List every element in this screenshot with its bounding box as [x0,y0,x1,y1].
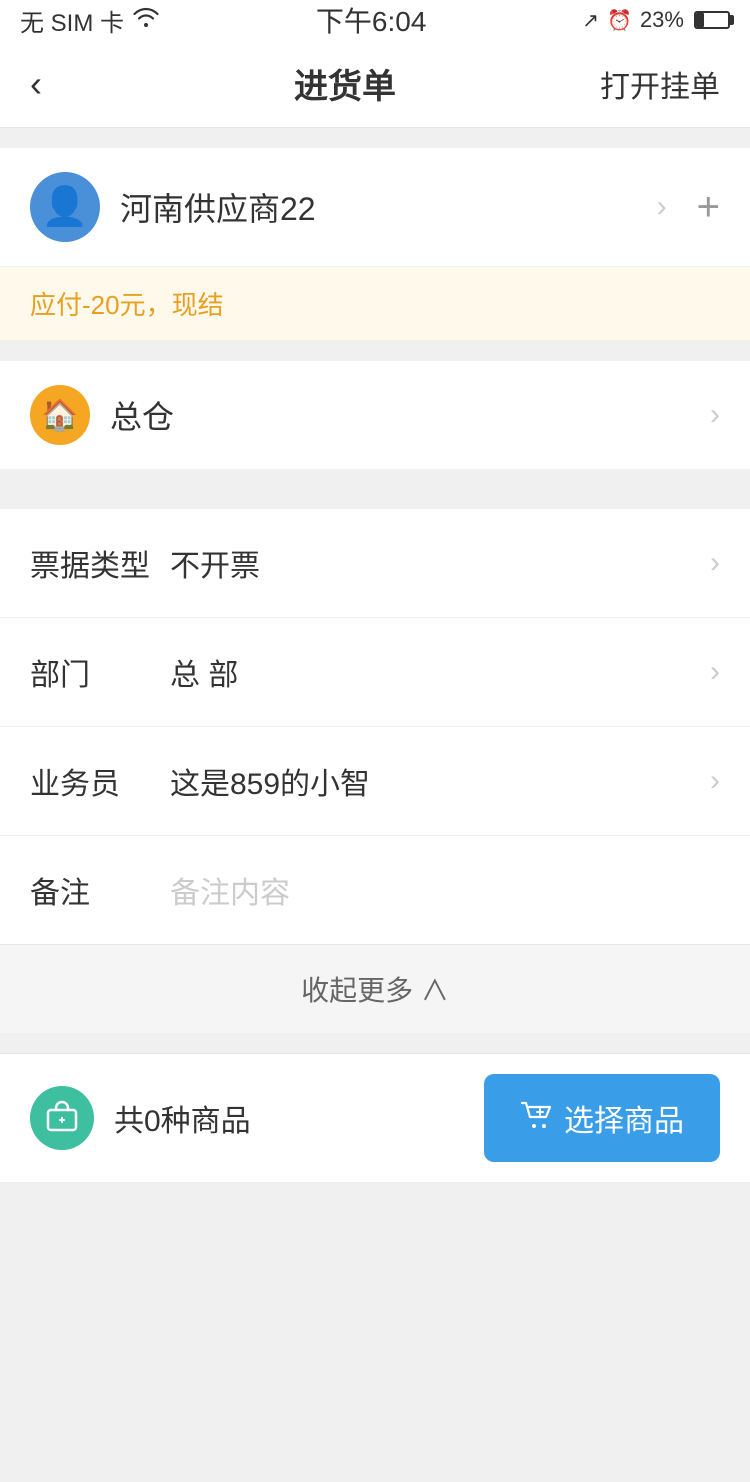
collapse-label: 收起更多 ∧ [301,975,449,1006]
page-title: 进货单 [294,59,396,108]
select-product-button[interactable]: 选择商品 [484,1074,720,1162]
supplier-name: 河南供应商22 [120,184,657,230]
status-bar: 无 SIM 卡 下午6:04 ↗ ⏰ 23% [0,0,750,40]
department-row[interactable]: 部门 总 部 › [0,618,750,727]
product-icon [30,1086,94,1150]
location-icon: ↗ [582,8,599,33]
alarm-icon: ⏰ [607,8,632,33]
invoice-type-row[interactable]: 票据类型 不开票 › [0,509,750,618]
warehouse-row[interactable]: 🏠 总仓 › [0,360,750,469]
bottom-bar: 共0种商品 选择商品 [0,1053,750,1182]
battery-label: 23% [640,7,684,33]
warehouse-icon: 🏠 [30,385,90,445]
battery-icon [694,11,730,29]
carrier-label: 无 SIM 卡 [20,3,124,38]
invoice-type-arrow-icon: › [710,546,720,580]
supplier-avatar: 👤 [30,172,100,242]
invoice-type-value: 不开票 [170,541,710,585]
department-value: 总 部 [170,650,710,694]
background-area [0,1182,750,1482]
department-label: 部门 [30,650,170,694]
supplier-row[interactable]: 👤 河南供应商22 › + [0,148,750,267]
nav-bar: ‹ 进货单 打开挂单 [0,40,750,128]
section-gap-3 [0,469,750,489]
supplier-section: 👤 河南供应商22 › + 应付-20元，现结 [0,148,750,340]
invoice-type-label: 票据类型 [30,541,170,585]
salesperson-arrow-icon: › [710,764,720,798]
section-gap-4 [0,1033,750,1053]
remark-input[interactable]: 备注内容 [170,868,720,912]
department-arrow-icon: › [710,655,720,689]
open-pending-button[interactable]: 打开挂单 [600,62,720,106]
section-gap-1 [0,128,750,148]
collapse-bar[interactable]: 收起更多 ∧ [0,944,750,1033]
remark-label: 备注 [30,868,170,912]
form-section: 票据类型 不开票 › 部门 总 部 › 业务员 这是859的小智 › 备注 备注… [0,509,750,944]
salesperson-row[interactable]: 业务员 这是859的小智 › [0,727,750,836]
warehouse-name: 总仓 [110,392,710,438]
warehouse-section: 🏠 总仓 › [0,360,750,469]
status-time: 下午6:04 [316,0,427,40]
supplier-add-button[interactable]: + [697,185,720,230]
cart-icon [520,1101,554,1136]
salesperson-label: 业务员 [30,759,170,803]
status-left: 无 SIM 卡 [20,3,160,38]
avatar-icon: 👤 [41,188,88,226]
salesperson-value: 这是859的小智 [170,759,710,803]
supplier-notice: 应付-20元，现结 [0,267,750,340]
back-button[interactable]: ‹ [30,63,90,105]
product-count: 共0种商品 [114,1096,484,1140]
supplier-arrow-icon: › [657,190,667,224]
select-product-label: 选择商品 [564,1096,684,1140]
wifi-icon [132,6,160,34]
section-gap-2 [0,340,750,360]
remark-row[interactable]: 备注 备注内容 [0,836,750,944]
warehouse-arrow-icon: › [710,398,720,432]
status-right: ↗ ⏰ 23% [582,7,730,33]
